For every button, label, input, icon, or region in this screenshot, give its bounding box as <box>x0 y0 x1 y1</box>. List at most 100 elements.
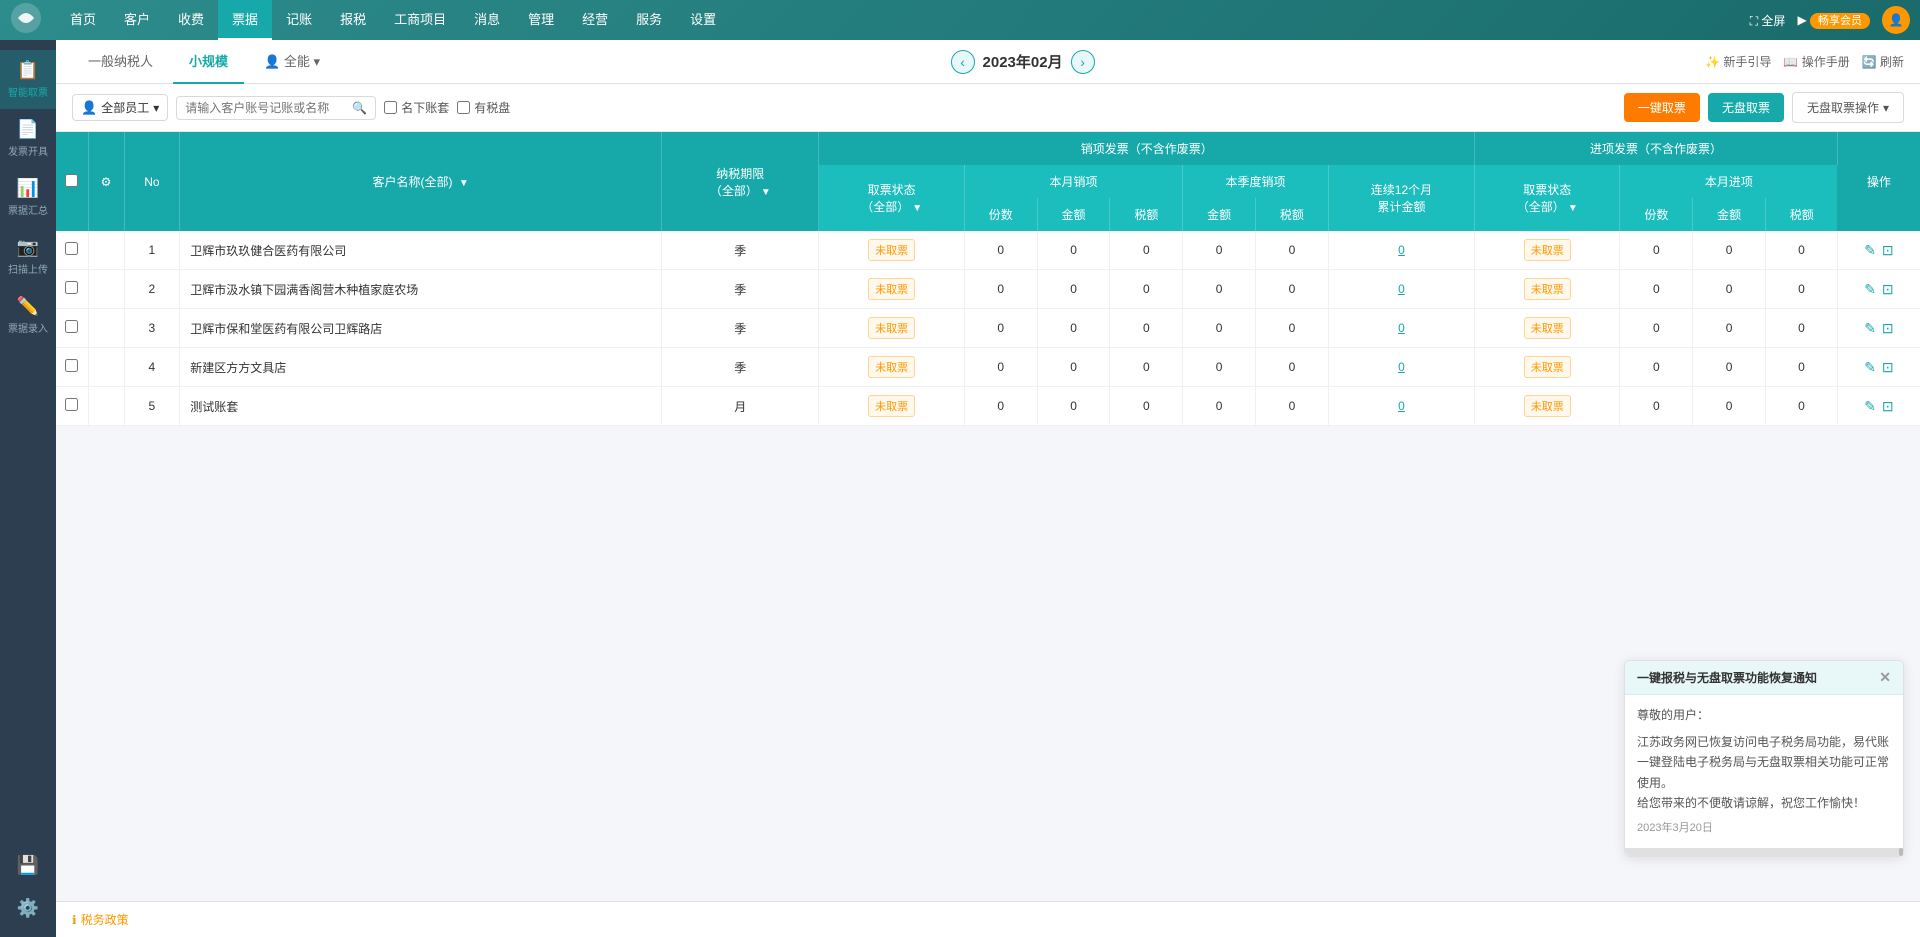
edit-icon[interactable]: ✎ <box>1864 359 1876 376</box>
row-checkbox[interactable] <box>56 270 88 309</box>
period-filter-icon[interactable]: ▼ <box>761 187 771 198</box>
nav-home[interactable]: 首页 <box>56 0 110 40</box>
settings-icon[interactable]: ⚙ <box>101 175 112 189</box>
th-sale-month-jine: 金额 <box>1037 198 1110 231</box>
refresh-btn[interactable]: 🔄 刷新 <box>1862 53 1904 70</box>
sidebar-item-invoice-summary[interactable]: 📊 票据汇总 <box>0 168 56 227</box>
tab-all-ability[interactable]: 👤 全能 ▾ <box>248 40 336 84</box>
row-checkbox[interactable] <box>56 348 88 387</box>
row-checkbox[interactable] <box>56 387 88 426</box>
fullscreen-btn[interactable]: ⛶ 全屏 <box>1750 12 1786 29</box>
sidebar-gear[interactable]: ⚙️ <box>0 888 56 929</box>
month-navigation: ‹ 2023年02月 › <box>340 50 1705 74</box>
row-purchase-month-jine: 0 <box>1693 387 1766 426</box>
row-sale-month-jine: 0 <box>1037 309 1110 348</box>
invoice-entry-icon: ✏️ <box>17 296 39 317</box>
row-checkbox[interactable] <box>56 231 88 270</box>
sidebar-download[interactable]: 💾 <box>0 845 56 886</box>
row-checkbox[interactable] <box>56 309 88 348</box>
detail-icon[interactable]: ⊡ <box>1882 320 1894 337</box>
search-input[interactable] <box>185 101 352 115</box>
row-sale-month-fen: 0 <box>964 348 1037 387</box>
toolbar-right: 一键取票 无盘取票 无盘取票操作 ▾ <box>1624 92 1904 123</box>
next-month-button[interactable]: › <box>1071 50 1095 74</box>
nav-message[interactable]: 消息 <box>460 0 514 40</box>
employee-select[interactable]: 👤 全部员工 ▾ <box>72 94 168 121</box>
user-avatar[interactable]: 👤 <box>1882 6 1910 34</box>
name-account-checkbox[interactable] <box>384 101 397 114</box>
manual-btn[interactable]: 📖 操作手册 <box>1783 53 1849 70</box>
nav-service[interactable]: 服务 <box>622 0 676 40</box>
row-purchase-month-jine: 0 <box>1693 309 1766 348</box>
row-sale-quarter-jine: 0 <box>1183 231 1256 270</box>
edit-icon[interactable]: ✎ <box>1864 242 1876 259</box>
tax-policy-link[interactable]: ℹ 税务政策 <box>72 911 129 928</box>
edit-icon[interactable]: ✎ <box>1864 281 1876 298</box>
row-sale-month-shue: 0 <box>1110 348 1183 387</box>
row-sale-month-jine: 0 <box>1037 270 1110 309</box>
detail-icon[interactable]: ⊡ <box>1882 281 1894 298</box>
edit-icon[interactable]: ✎ <box>1864 398 1876 415</box>
row-sale-month-shue: 0 <box>1110 387 1183 426</box>
detail-icon[interactable]: ⊡ <box>1882 359 1894 376</box>
table-row: 5 测试账套 月 未取票 0 0 0 0 0 0 未取票 0 0 0 ✎ ⊡ <box>56 387 1920 426</box>
invoice-table: ⚙ No 客户名称(全部) ▼ 纳税期限（全部）▼ 销项发票（不含作废票） 进项… <box>56 132 1920 426</box>
row-no: 2 <box>124 270 180 309</box>
sidebar-bottom-icons: 💾 ⚙️ <box>0 845 56 937</box>
scan-upload-icon: 📷 <box>17 237 39 258</box>
nav-bizproject[interactable]: 工商项目 <box>380 0 460 40</box>
tab-small-scale[interactable]: 小规模 <box>173 40 244 84</box>
th-no: No <box>124 132 180 231</box>
popup-close-button[interactable]: ✕ <box>1879 669 1891 686</box>
nav-invoice[interactable]: 票据 <box>218 0 272 40</box>
row-purchase-month-fen: 0 <box>1620 231 1693 270</box>
detail-icon[interactable]: ⊡ <box>1882 242 1894 259</box>
sale-status-filter[interactable]: ▼ <box>912 203 922 214</box>
nav-tax[interactable]: 报税 <box>326 0 380 40</box>
one-click-ticket-button[interactable]: 一键取票 <box>1624 93 1700 122</box>
popup-scrollbar[interactable] <box>1625 848 1903 856</box>
guide-btn[interactable]: ✨ 新手引导 <box>1705 53 1771 70</box>
sidebar-item-invoice-issue[interactable]: 📄 发票开具 <box>0 109 56 168</box>
member-btn[interactable]: ▶ 畅享会员 <box>1797 12 1870 28</box>
search-wrap: 🔍 <box>176 96 376 120</box>
edit-icon[interactable]: ✎ <box>1864 320 1876 337</box>
nav-client[interactable]: 客户 <box>110 0 164 40</box>
purchase-status-filter[interactable]: ▼ <box>1568 203 1578 214</box>
select-icon: 👤 <box>81 100 97 116</box>
nav-fee[interactable]: 收费 <box>164 0 218 40</box>
th-action: 操作 <box>1837 132 1920 231</box>
detail-icon[interactable]: ⊡ <box>1882 398 1894 415</box>
has-tax-checkbox-label[interactable]: 有税盘 <box>457 99 510 116</box>
row-sale-month-jine: 0 <box>1037 231 1110 270</box>
row-sale-month-jine: 0 <box>1037 387 1110 426</box>
row-sale-year-accum: 0 <box>1328 348 1474 387</box>
prev-month-button[interactable]: ‹ <box>951 50 975 74</box>
nav-manage[interactable]: 管理 <box>514 0 568 40</box>
download-icon: 💾 <box>17 855 39 876</box>
row-client-name: 卫辉市保和堂医药有限公司卫辉路店 <box>180 309 662 348</box>
client-filter-icon[interactable]: ▼ <box>459 178 469 189</box>
row-sale-quarter-shue: 0 <box>1256 309 1329 348</box>
row-tax-period: 季 <box>662 309 819 348</box>
row-sale-month-shue: 0 <box>1110 270 1183 309</box>
name-account-checkbox-label[interactable]: 名下账套 <box>384 99 449 116</box>
sidebar-item-scan-upload[interactable]: 📷 扫描上传 <box>0 227 56 286</box>
sidebar-item-smart-ticket[interactable]: 📋 智能取票 <box>0 50 56 109</box>
nav-settings[interactable]: 设置 <box>676 0 730 40</box>
row-actions: ✎ ⊡ <box>1837 231 1920 270</box>
nav-business[interactable]: 经营 <box>568 0 622 40</box>
search-icon[interactable]: 🔍 <box>352 101 367 115</box>
diskless-ticket-button[interactable]: 无盘取票 <box>1708 93 1784 122</box>
has-tax-checkbox[interactable] <box>457 101 470 114</box>
tab-general-taxpayer[interactable]: 一般纳税人 <box>72 40 169 84</box>
name-account-label: 名下账套 <box>401 99 449 116</box>
invoice-issue-icon: 📄 <box>17 119 39 140</box>
th-month-purchase: 本月进项 <box>1620 165 1837 198</box>
select-all-checkbox[interactable] <box>65 174 78 187</box>
diskless-operation-button[interactable]: 无盘取票操作 ▾ <box>1792 92 1904 123</box>
row-no: 4 <box>124 348 180 387</box>
sidebar-item-invoice-entry[interactable]: ✏️ 票据录入 <box>0 286 56 345</box>
nav-accounting[interactable]: 记账 <box>272 0 326 40</box>
th-month-sale: 本月销项 <box>964 165 1182 198</box>
